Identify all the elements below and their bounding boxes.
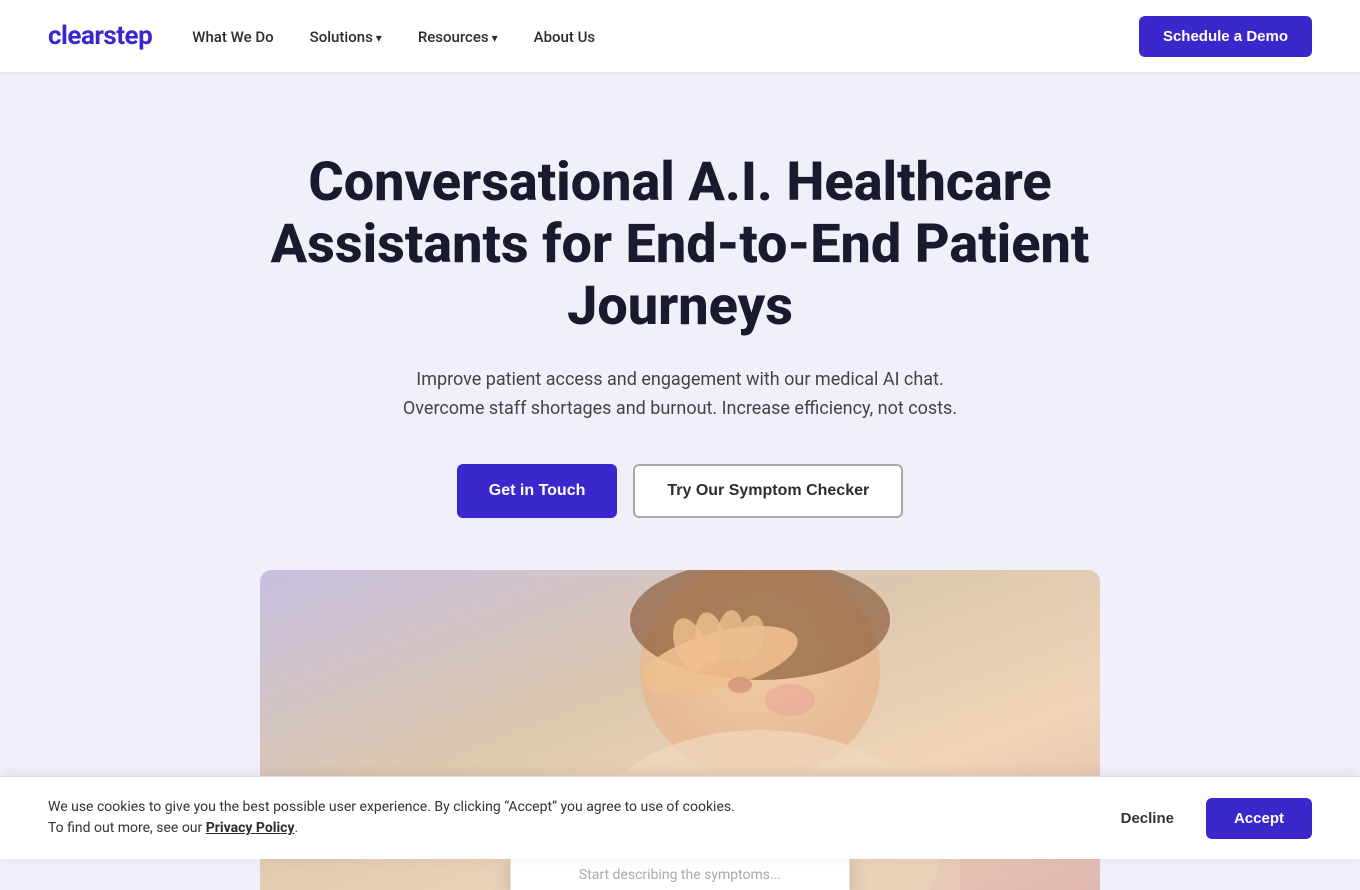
nav-link-about-us[interactable]: About Us (534, 28, 596, 46)
logo[interactable]: clearstep (48, 21, 152, 51)
nav-links: What We Do Solutions Resources About Us (192, 27, 595, 46)
chat-placeholder-text: Start describing the symptoms... (579, 867, 781, 883)
hero-title: Conversational A.I. Healthcare Assistant… (230, 152, 1130, 338)
hero-section: Conversational A.I. Healthcare Assistant… (0, 72, 1360, 890)
nav-left: clearstep What We Do Solutions Resources… (48, 21, 595, 51)
cookie-banner: We use cookies to give you the best poss… (0, 776, 1360, 859)
nav-link-what-we-do[interactable]: What We Do (192, 28, 273, 46)
cookie-buttons: Decline Accept (1101, 798, 1312, 839)
nav-link-resources[interactable]: Resources (418, 28, 498, 46)
get-in-touch-button[interactable]: Get in Touch (457, 464, 618, 518)
privacy-policy-link[interactable]: Privacy Policy (206, 820, 295, 836)
hero-subtitle: Improve patient access and engagement wi… (380, 366, 980, 424)
accept-button[interactable]: Accept (1206, 798, 1312, 839)
nav-item-about-us[interactable]: About Us (534, 27, 596, 46)
cookie-message: We use cookies to give you the best poss… (48, 797, 748, 839)
cookie-message-text: We use cookies to give you the best poss… (48, 799, 735, 836)
navbar: clearstep What We Do Solutions Resources… (0, 0, 1360, 72)
try-symptom-checker-button[interactable]: Try Our Symptom Checker (633, 464, 903, 518)
hero-buttons: Get in Touch Try Our Symptom Checker (457, 464, 903, 518)
decline-button[interactable]: Decline (1101, 800, 1194, 837)
nav-item-resources[interactable]: Resources (418, 27, 498, 46)
nav-link-solutions[interactable]: Solutions (310, 28, 382, 46)
schedule-demo-button[interactable]: Schedule a Demo (1139, 16, 1312, 57)
nav-item-solutions[interactable]: Solutions (310, 27, 382, 46)
nav-item-what-we-do[interactable]: What We Do (192, 27, 273, 46)
cookie-message-suffix: . (295, 820, 299, 836)
